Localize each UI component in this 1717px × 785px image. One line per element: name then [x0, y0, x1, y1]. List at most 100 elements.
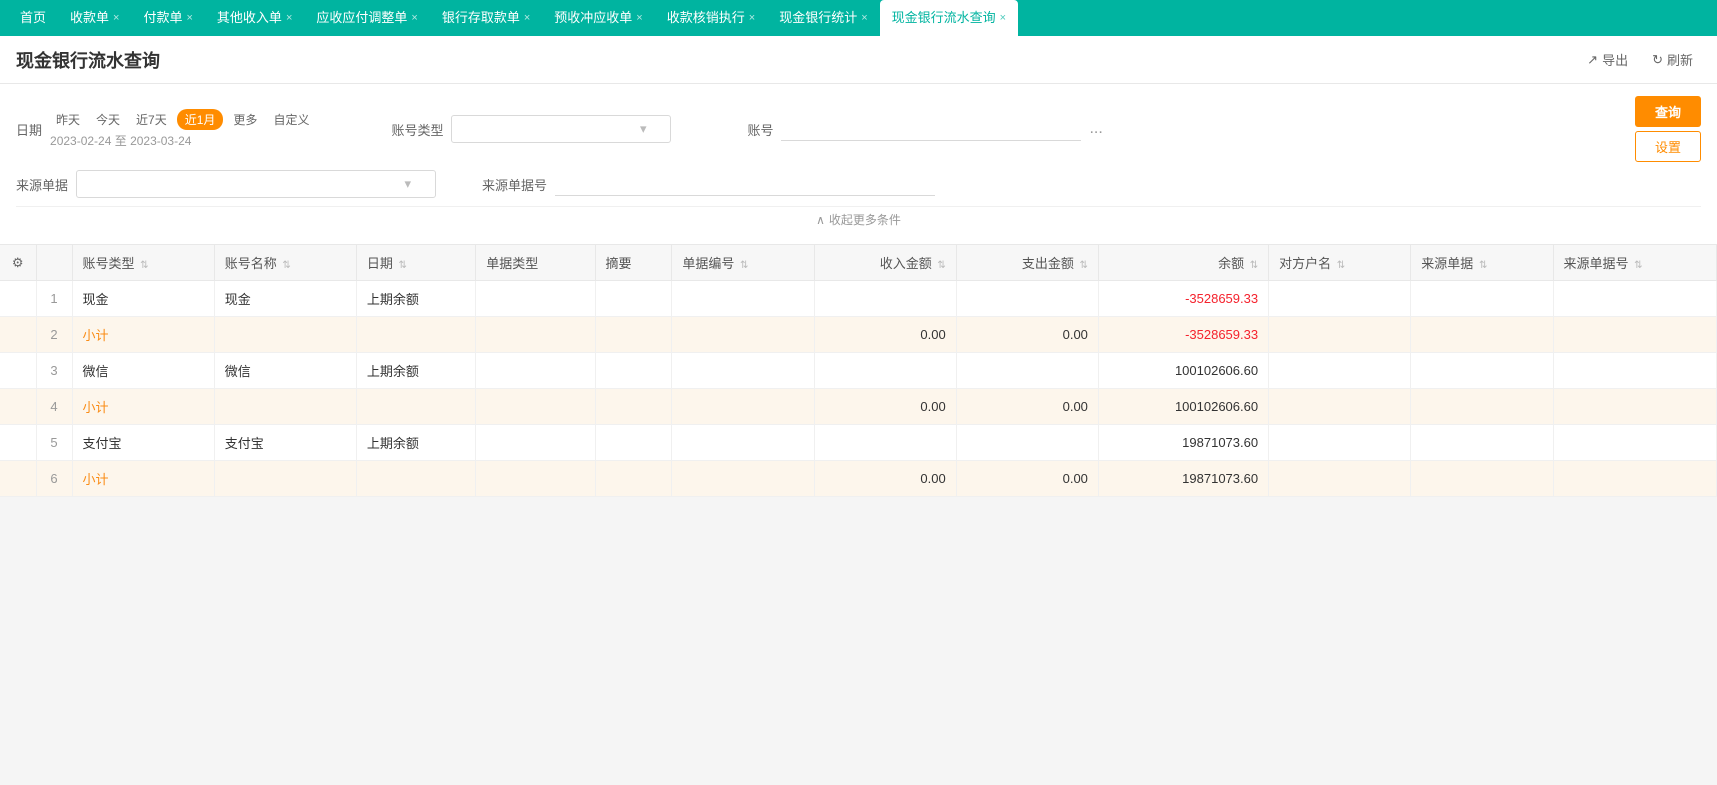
col-account-name[interactable]: 账号名称 ⇅: [214, 245, 356, 281]
sort-icon: ⇅: [1080, 260, 1088, 271]
sort-icon: ⇅: [399, 260, 407, 271]
cell-source-doc: [1411, 389, 1553, 425]
table-row[interactable]: 4 小计 0.00 0.00 100102606.60: [0, 389, 1717, 425]
nav-bank-deposit[interactable]: 银行存取款单 ×: [430, 0, 542, 36]
cell-source-doc-num: [1553, 353, 1717, 389]
page-title: 现金银行流水查询: [16, 47, 160, 73]
date-more[interactable]: 更多: [227, 109, 263, 130]
date-yesterday[interactable]: 昨天: [50, 109, 86, 130]
table-row[interactable]: 6 小计 0.00 0.00 19871073.60: [0, 461, 1717, 497]
cell-doc-type: [476, 317, 595, 353]
nav-home[interactable]: 首页: [8, 0, 58, 36]
table-settings-icon[interactable]: ⚙: [12, 255, 24, 270]
date-custom[interactable]: 自定义: [267, 109, 315, 130]
cell-expense: 0.00: [956, 389, 1098, 425]
close-icon[interactable]: ×: [186, 0, 192, 36]
col-date[interactable]: 日期 ⇅: [356, 245, 475, 281]
cell-date: 上期余额: [356, 425, 475, 461]
col-expense[interactable]: 支出金额 ⇅: [956, 245, 1098, 281]
table-row[interactable]: 1 现金 现金 上期余额 -3528659.33: [0, 281, 1717, 317]
cell-income: 0.00: [814, 317, 956, 353]
col-settings[interactable]: ⚙: [0, 245, 36, 281]
source-doc-num-input[interactable]: [555, 172, 935, 196]
cell-expense: [956, 353, 1098, 389]
account-filter-group: 账号 ...: [747, 117, 1102, 141]
nav-cash-flow[interactable]: 现金银行流水查询 ×: [880, 0, 1018, 36]
close-icon[interactable]: ×: [524, 0, 530, 36]
close-icon[interactable]: ×: [861, 0, 867, 36]
nav-adjustment[interactable]: 应收应付调整单 ×: [304, 0, 429, 36]
export-button[interactable]: ↗ 导出: [1579, 46, 1636, 73]
settings-button[interactable]: 设置: [1635, 131, 1701, 162]
cell-account-type: 小计: [72, 389, 214, 425]
dots-button[interactable]: ...: [1089, 120, 1102, 138]
cell-expense: 0.00: [956, 461, 1098, 497]
source-doc-select[interactable]: ▾: [76, 170, 436, 198]
close-icon[interactable]: ×: [636, 0, 642, 36]
nav-verify[interactable]: 收款核销执行 ×: [655, 0, 767, 36]
account-type-label: 账号类型: [391, 120, 443, 139]
date-7days[interactable]: 近7天: [130, 109, 173, 130]
nav-payment[interactable]: 付款单 ×: [131, 0, 204, 36]
cell-settings: [0, 425, 36, 461]
nav-cash-stats[interactable]: 现金银行统计 ×: [767, 0, 879, 36]
table-row[interactable]: 3 微信 微信 上期余额 100102606.60: [0, 353, 1717, 389]
nav-advance[interactable]: 预收冲应收单 ×: [542, 0, 654, 36]
top-nav: 首页 收款单 × 付款单 × 其他收入单 × 应收应付调整单 × 银行存取款单 …: [0, 0, 1717, 36]
cell-source-doc-num: [1553, 281, 1717, 317]
cell-income: [814, 425, 956, 461]
date-range-display: 2023-02-24 至 2023-03-24: [50, 132, 315, 149]
account-input[interactable]: [781, 117, 1081, 141]
col-account-type[interactable]: 账号类型 ⇅: [72, 245, 214, 281]
cell-counterpart: [1269, 389, 1411, 425]
collapse-bar[interactable]: ∧ 收起更多条件: [16, 206, 1701, 232]
close-icon[interactable]: ×: [286, 0, 292, 36]
cell-date: 上期余额: [356, 281, 475, 317]
cell-account-type: 现金: [72, 281, 214, 317]
cell-source-doc: [1411, 353, 1553, 389]
cell-counterpart: [1269, 317, 1411, 353]
cell-summary: [595, 353, 672, 389]
cell-counterpart: [1269, 281, 1411, 317]
col-income[interactable]: 收入金额 ⇅: [814, 245, 956, 281]
cell-date: 上期余额: [356, 353, 475, 389]
close-icon[interactable]: ×: [749, 0, 755, 36]
table-row[interactable]: 2 小计 0.00 0.00 -3528659.33: [0, 317, 1717, 353]
cell-doc-num: [672, 389, 814, 425]
source-doc-num-label: 来源单据号: [482, 175, 547, 194]
col-balance[interactable]: 余额 ⇅: [1098, 245, 1268, 281]
cell-expense: [956, 281, 1098, 317]
cell-source-doc-num: [1553, 425, 1717, 461]
cell-summary: [595, 389, 672, 425]
cell-source-doc: [1411, 461, 1553, 497]
close-icon[interactable]: ×: [1000, 0, 1006, 36]
refresh-button[interactable]: ↻ 刷新: [1644, 46, 1701, 73]
nav-other-income[interactable]: 其他收入单 ×: [205, 0, 304, 36]
col-source-doc[interactable]: 来源单据 ⇅: [1411, 245, 1553, 281]
date-1month[interactable]: 近1月: [177, 109, 224, 130]
close-icon[interactable]: ×: [113, 0, 119, 36]
query-button[interactable]: 查询: [1635, 96, 1701, 127]
cell-settings: [0, 317, 36, 353]
cell-num: 6: [36, 461, 72, 497]
cell-num: 3: [36, 353, 72, 389]
table-row[interactable]: 5 支付宝 支付宝 上期余额 19871073.60: [0, 425, 1717, 461]
cell-account-name: [214, 461, 356, 497]
col-counterpart[interactable]: 对方户名 ⇅: [1269, 245, 1411, 281]
filter-row-2: 来源单据 ▾ 来源单据号: [16, 170, 1701, 198]
account-type-select[interactable]: ▾: [451, 115, 671, 143]
col-doc-num[interactable]: 单据编号 ⇅: [672, 245, 814, 281]
cell-balance: 19871073.60: [1098, 425, 1268, 461]
date-today[interactable]: 今天: [90, 109, 126, 130]
col-source-doc-num[interactable]: 来源单据号 ⇅: [1553, 245, 1717, 281]
close-icon[interactable]: ×: [411, 0, 417, 36]
nav-receipt[interactable]: 收款单 ×: [58, 0, 131, 36]
cell-date: [356, 317, 475, 353]
table-header: ⚙ 账号类型 ⇅ 账号名称 ⇅ 日期 ⇅ 单据类型: [0, 245, 1717, 281]
sort-icon: ⇅: [740, 260, 748, 271]
cell-balance: 100102606.60: [1098, 353, 1268, 389]
cell-doc-num: [672, 353, 814, 389]
cell-account-type: 微信: [72, 353, 214, 389]
filter-area: 日期 昨天 今天 近7天 近1月 更多 自定义 2023-02-24 至 202…: [0, 84, 1717, 245]
cell-num: 2: [36, 317, 72, 353]
